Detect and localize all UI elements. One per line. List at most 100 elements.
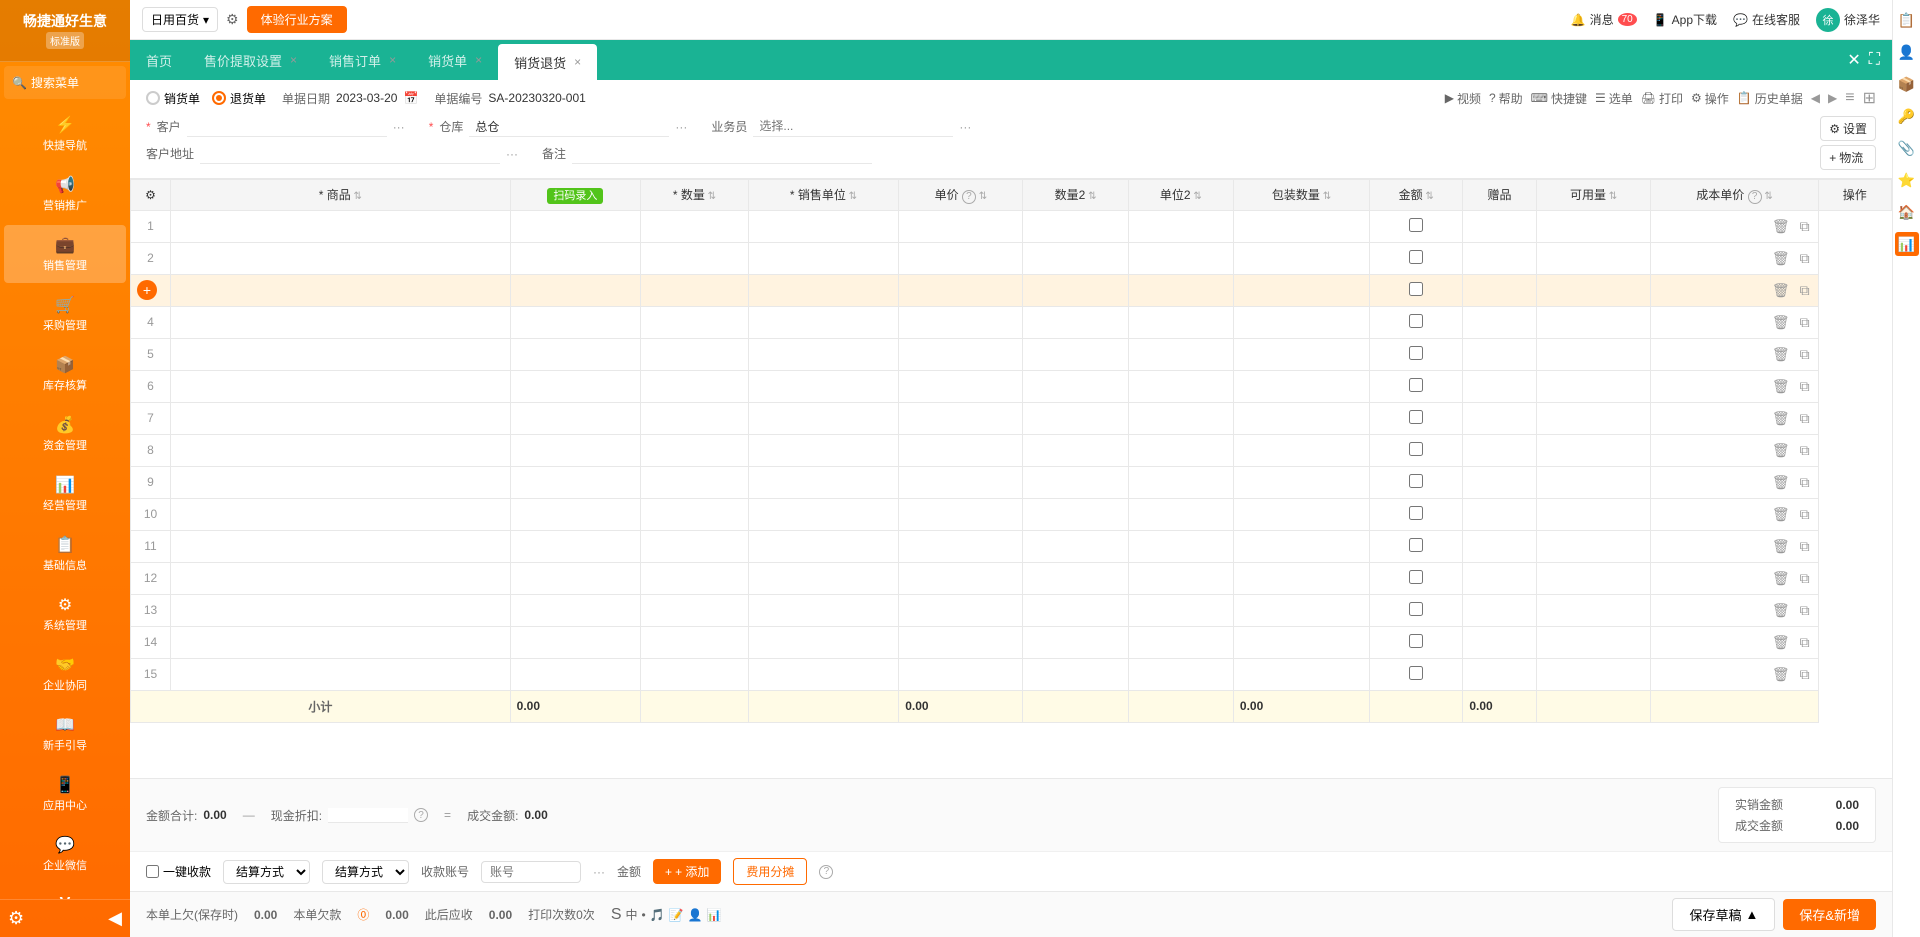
col-available[interactable]: 可用量 [1536, 180, 1651, 211]
row-qty2-7[interactable] [899, 402, 1023, 434]
row-amount-1[interactable] [1233, 210, 1369, 242]
one-click-checkbox[interactable] [146, 865, 159, 878]
right-icon-4[interactable]: 🔑 [1895, 104, 1919, 128]
delete-btn-11[interactable]: 🗑 [1770, 536, 1792, 557]
row-cost-3[interactable] [1536, 274, 1651, 306]
row-cost-9[interactable] [1536, 466, 1651, 498]
sidebar-item-quick-nav[interactable]: ⚡ 快捷导航 [4, 105, 126, 163]
row-product-1[interactable] [171, 210, 511, 242]
customer-input[interactable] [187, 116, 387, 137]
copy-btn-2[interactable]: ⧉ [1798, 248, 1812, 269]
copy-btn-9[interactable]: ⧉ [1798, 472, 1812, 493]
delete-btn-10[interactable]: 🗑 [1770, 504, 1792, 525]
copy-btn-4[interactable]: ⧉ [1798, 312, 1812, 333]
row-available-8[interactable] [1463, 434, 1536, 466]
row-qty2-9[interactable] [899, 466, 1023, 498]
right-icon-8[interactable]: 📊 [1895, 232, 1919, 256]
copy-btn-8[interactable]: ⧉ [1798, 440, 1812, 461]
settlement-select[interactable]: 结算方式 [223, 860, 310, 884]
col-qty2[interactable]: 数量2 [1023, 180, 1128, 211]
row-amount-4[interactable] [1233, 306, 1369, 338]
sidebar-item-marketing[interactable]: 📢 营销推广 [4, 165, 126, 223]
row-available-5[interactable] [1463, 338, 1536, 370]
discount-help[interactable]: ? [414, 808, 428, 822]
online-service-area[interactable]: 💬 在线客服 [1733, 11, 1800, 28]
row-qty2-15[interactable] [899, 658, 1023, 690]
row-amount-10[interactable] [1233, 498, 1369, 530]
remark-input[interactable] [572, 143, 872, 164]
calc-select[interactable]: 结算方式 [322, 860, 409, 884]
row-price-11[interactable] [748, 530, 898, 562]
row-qty-6[interactable] [510, 370, 640, 402]
col-pack-qty[interactable]: 包装数量 [1233, 180, 1369, 211]
row-amount-6[interactable] [1233, 370, 1369, 402]
row-unit2-3[interactable] [1023, 274, 1128, 306]
gift-checkbox-9[interactable] [1409, 474, 1423, 488]
row-qty2-11[interactable] [899, 530, 1023, 562]
right-icon-6[interactable]: ⭐ [1895, 168, 1919, 192]
row-unit-6[interactable] [641, 370, 749, 402]
notification-area[interactable]: 🔔 消息 70 [1571, 11, 1637, 28]
row-price-6[interactable] [748, 370, 898, 402]
radio-sales[interactable]: 销货单 [146, 90, 200, 107]
action-select[interactable]: ☰ 选单 [1595, 90, 1633, 107]
delete-btn-1[interactable]: 🗑 [1770, 216, 1792, 237]
row-qty2-3[interactable] [899, 274, 1023, 306]
copy-btn-14[interactable]: ⧉ [1798, 632, 1812, 653]
cost-help[interactable]: ? [1748, 190, 1762, 204]
row-price-14[interactable] [748, 626, 898, 658]
delete-btn-13[interactable]: 🗑 [1770, 600, 1792, 621]
row-amount-9[interactable] [1233, 466, 1369, 498]
row-qty2-4[interactable] [899, 306, 1023, 338]
copy-btn-12[interactable]: ⧉ [1798, 568, 1812, 589]
row-product-9[interactable] [171, 466, 511, 498]
add-row-btn[interactable]: + [137, 280, 157, 300]
copy-btn-3[interactable]: ⧉ [1798, 280, 1812, 301]
row-pack-13[interactable] [1128, 594, 1233, 626]
row-unit2-14[interactable] [1023, 626, 1128, 658]
row-price-5[interactable] [748, 338, 898, 370]
row-price-12[interactable] [748, 562, 898, 594]
row-cost-12[interactable] [1536, 562, 1651, 594]
row-unit-11[interactable] [641, 530, 749, 562]
row-qty-15[interactable] [510, 658, 640, 690]
sidebar-item-finance[interactable]: 💰 资金管理 [4, 405, 126, 463]
row-available-7[interactable] [1463, 402, 1536, 434]
action-shortcut[interactable]: ⌨ 快捷键 [1531, 90, 1587, 107]
row-price-15[interactable] [748, 658, 898, 690]
row-product-11[interactable] [171, 530, 511, 562]
row-qty-7[interactable] [510, 402, 640, 434]
row-qty2-12[interactable] [899, 562, 1023, 594]
row-pack-3[interactable] [1128, 274, 1233, 306]
copy-btn-5[interactable]: ⧉ [1798, 344, 1812, 365]
row-product-2[interactable] [171, 242, 511, 274]
settings-gear-icon[interactable]: ⚙ [226, 11, 239, 28]
delete-btn-9[interactable]: 🗑 [1770, 472, 1792, 493]
copy-btn-1[interactable]: ⧉ [1798, 216, 1812, 237]
settings-btn[interactable]: ⚙ 设置 [1820, 116, 1876, 141]
row-pack-1[interactable] [1128, 210, 1233, 242]
copy-btn-13[interactable]: ⧉ [1798, 600, 1812, 621]
row-cost-2[interactable] [1536, 242, 1651, 274]
sidebar-item-guide[interactable]: 📖 新手引导 [4, 705, 126, 763]
row-amount-2[interactable] [1233, 242, 1369, 274]
col-product[interactable]: * 商品 [171, 180, 511, 211]
row-available-1[interactable] [1463, 210, 1536, 242]
row-amount-5[interactable] [1233, 338, 1369, 370]
row-qty-10[interactable] [510, 498, 640, 530]
row-qty2-14[interactable] [899, 626, 1023, 658]
row-price-7[interactable] [748, 402, 898, 434]
row-product-15[interactable] [171, 658, 511, 690]
right-icon-7[interactable]: 🏠 [1895, 200, 1919, 224]
row-product-7[interactable] [171, 402, 511, 434]
row-unit2-1[interactable] [1023, 210, 1128, 242]
col-unit2[interactable]: 单位2 [1128, 180, 1233, 211]
row-amount-14[interactable] [1233, 626, 1369, 658]
row-pack-2[interactable] [1128, 242, 1233, 274]
tab-price-close[interactable]: × [290, 53, 297, 67]
sidebar-item-wechat[interactable]: 💬 企业微信 [4, 825, 126, 883]
row-pack-7[interactable] [1128, 402, 1233, 434]
row-unit-8[interactable] [641, 434, 749, 466]
save-draft-btn[interactable]: 保存草稿 ▲ [1672, 898, 1775, 931]
add-payment-btn[interactable]: + + 添加 [653, 859, 721, 884]
